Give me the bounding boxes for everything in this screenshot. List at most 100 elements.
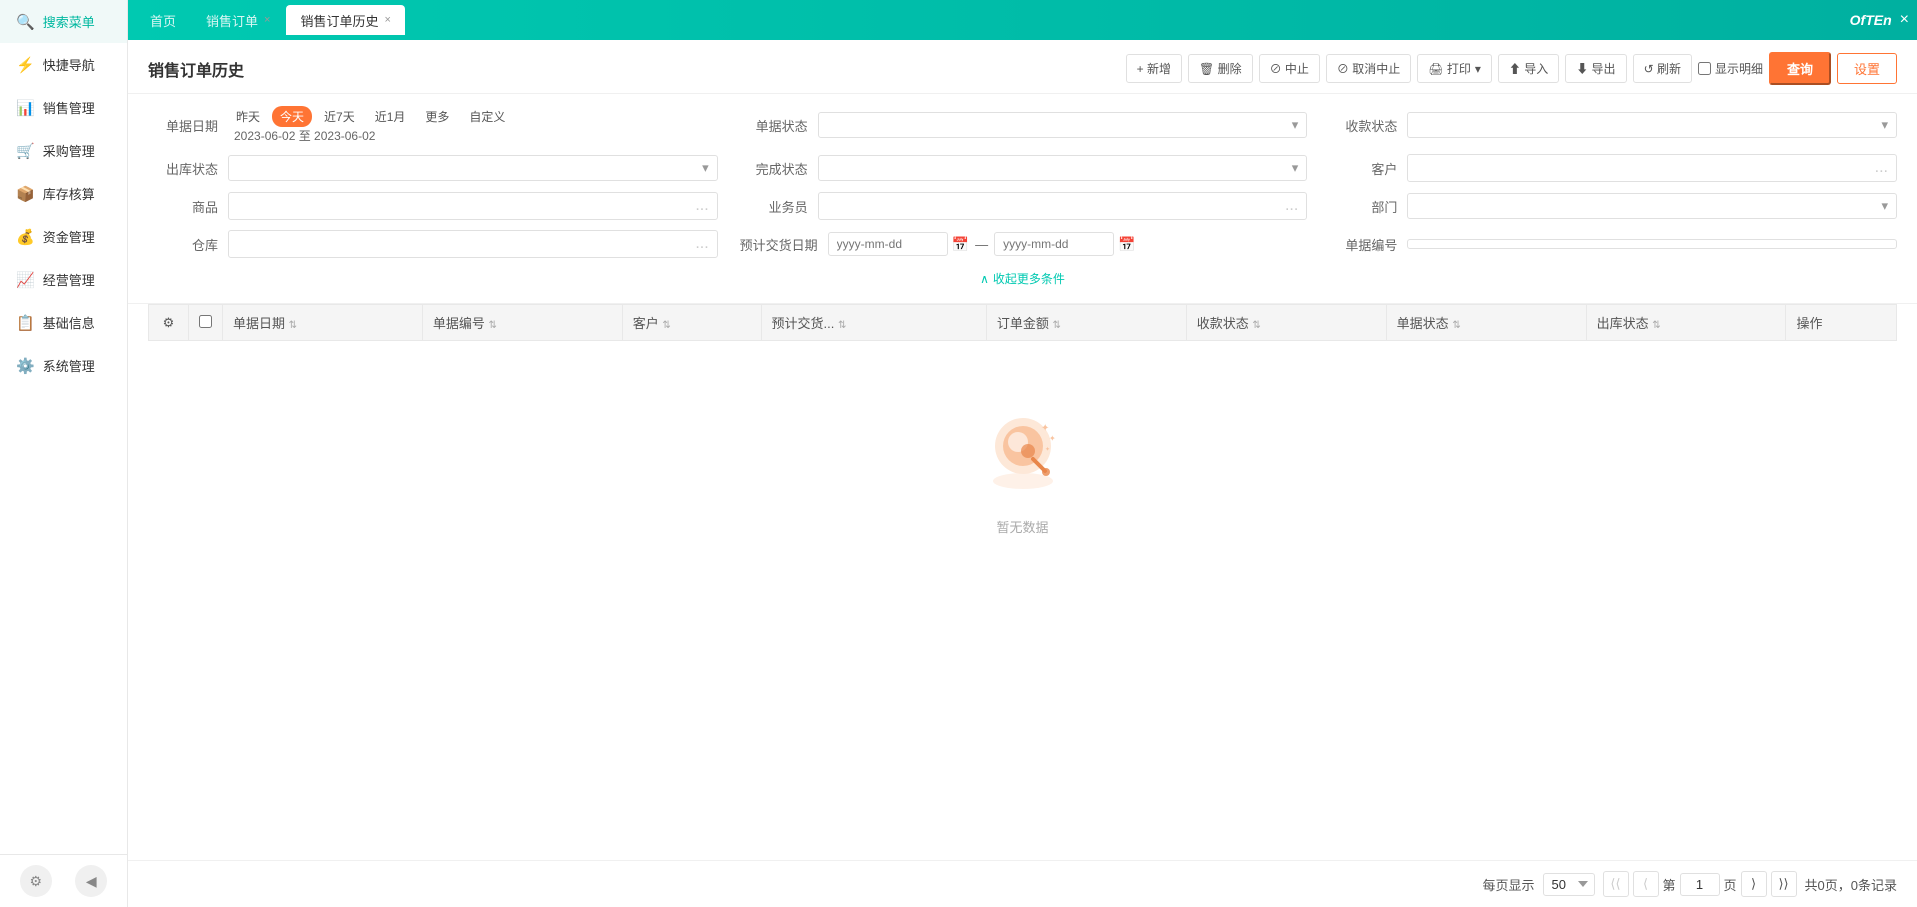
export-button[interactable]: ⬇ 导出 bbox=[1565, 54, 1626, 83]
query-button[interactable]: 查询 bbox=[1769, 52, 1831, 85]
goods-dots-field[interactable]: ... bbox=[228, 192, 718, 220]
sidebar-item-inventory[interactable]: 📦 库存核算 bbox=[0, 172, 127, 215]
tab-sales-order-history-close[interactable]: × bbox=[384, 14, 390, 26]
checkbox-column-header bbox=[189, 305, 223, 341]
customer-label: 客户 bbox=[1327, 159, 1407, 178]
purchase-icon: 🛒 bbox=[16, 142, 35, 160]
display-dense-checkbox[interactable] bbox=[1698, 62, 1711, 75]
finance-icon: 💰 bbox=[16, 228, 35, 246]
page-number-input[interactable] bbox=[1680, 873, 1720, 896]
import-button[interactable]: ⬆ 导入 bbox=[1498, 54, 1559, 83]
suspend-button[interactable]: ⊘ 中止 bbox=[1259, 54, 1320, 83]
refresh-button[interactable]: ↺ 刷新 bbox=[1633, 54, 1692, 83]
department-select[interactable] bbox=[1407, 193, 1897, 219]
cancel-suspend-button[interactable]: ⊘ 取消中止 bbox=[1326, 54, 1411, 83]
topbar: 首页 销售订单 × 销售订单历史 × OfTEn × bbox=[128, 0, 1917, 40]
warehouse-dots-field[interactable]: ... bbox=[228, 230, 718, 258]
setting-button[interactable]: 设置 bbox=[1837, 53, 1897, 84]
collapse-row[interactable]: ∧ 收起更多条件 bbox=[148, 266, 1897, 291]
order-number-field[interactable] bbox=[1407, 239, 1897, 249]
date-range-text: 2023-06-02 至 2023-06-02 bbox=[234, 129, 375, 143]
salesperson-label: 业务员 bbox=[738, 197, 818, 216]
sidebar-item-finance[interactable]: 💰 资金管理 bbox=[0, 215, 127, 258]
department-chevron bbox=[1881, 198, 1888, 214]
table-area: ⚙ 单据日期 ⇅ 单据编号 ⇅ 客户 bbox=[128, 304, 1917, 860]
sidebar-item-operations[interactable]: 📈 经营管理 bbox=[0, 258, 127, 301]
completion-status-select[interactable] bbox=[818, 155, 1308, 181]
salesperson-dots-field[interactable]: ... bbox=[818, 192, 1308, 220]
order-status-column-header[interactable]: 单据状态 ⇅ bbox=[1386, 305, 1586, 341]
delivery-status-control bbox=[228, 155, 718, 181]
customer-column-header[interactable]: 客户 ⇅ bbox=[622, 305, 761, 341]
sidebar-item-basic-info[interactable]: 📋 基础信息 bbox=[0, 301, 127, 344]
order-status-sort-icon[interactable]: ⇅ bbox=[1452, 320, 1460, 331]
select-all-checkbox[interactable] bbox=[199, 315, 212, 328]
date-column-header[interactable]: 单据日期 ⇅ bbox=[223, 305, 423, 341]
filter-expected-date-item: 预计交货日期 📅 — 📅 bbox=[738, 232, 1308, 256]
date-yesterday[interactable]: 昨天 bbox=[228, 106, 268, 127]
expected-date-start-cal-icon[interactable]: 📅 bbox=[952, 236, 969, 253]
sidebar-item-search[interactable]: 🔍 搜索菜单 bbox=[0, 0, 127, 43]
delivery-status-sort-icon[interactable]: ⇅ bbox=[1652, 320, 1660, 331]
sidebar-item-quick-nav[interactable]: ⚡ 快捷导航 bbox=[0, 43, 127, 86]
date-7days[interactable]: 近7天 bbox=[316, 106, 363, 127]
sidebar-item-purchase[interactable]: 🛒 采购管理 bbox=[0, 129, 127, 172]
tab-sales-order[interactable]: 销售订单 × bbox=[192, 5, 284, 35]
date-today[interactable]: 今天 bbox=[272, 106, 312, 127]
page-header: 销售订单历史 + 新增 🗑 删除 ⊘ 中止 ⊘ 取消中止 🖨 打印 ▾ ⬆ 导入… bbox=[128, 40, 1917, 94]
new-button[interactable]: + 新增 bbox=[1126, 54, 1182, 83]
filter-payment-status-item: 收款状态 bbox=[1327, 112, 1897, 138]
tab-sales-order-history[interactable]: 销售订单历史 × bbox=[286, 5, 404, 35]
customer-sort-icon[interactable]: ⇅ bbox=[662, 320, 670, 331]
page-title: 销售订单历史 bbox=[148, 57, 244, 81]
date-custom[interactable]: 自定义 bbox=[461, 106, 513, 127]
payment-status-sort-icon[interactable]: ⇅ bbox=[1252, 320, 1260, 331]
next-page-button[interactable]: ⟩ bbox=[1741, 871, 1767, 897]
collapse-sidebar-button[interactable]: ◀ bbox=[75, 865, 107, 897]
chevron-up-icon: ∧ bbox=[980, 272, 989, 286]
filter-delivery-status-item: 出库状态 bbox=[148, 155, 718, 181]
sidebar-item-system[interactable]: ⚙️ 系统管理 bbox=[0, 344, 127, 387]
print-button[interactable]: 🖨 打印 ▾ bbox=[1417, 54, 1492, 83]
delivery-status-select[interactable] bbox=[228, 155, 718, 181]
sidebar-item-sales[interactable]: 📊 销售管理 bbox=[0, 86, 127, 129]
toolbar: + 新增 🗑 删除 ⊘ 中止 ⊘ 取消中止 🖨 打印 ▾ ⬆ 导入 ⬇ 导出 ↺… bbox=[1126, 52, 1897, 85]
customer-dots: ... bbox=[1875, 159, 1888, 177]
settings-bottom-icon[interactable]: ⚙ bbox=[20, 865, 52, 897]
number-column-header[interactable]: 单据编号 ⇅ bbox=[422, 305, 622, 341]
expected-date-label: 预计交货日期 bbox=[738, 235, 828, 254]
date-more[interactable]: 更多 bbox=[417, 106, 457, 127]
tab-sales-order-close[interactable]: × bbox=[264, 14, 270, 26]
date-sort-icon[interactable]: ⇅ bbox=[289, 320, 297, 331]
date-1month[interactable]: 近1月 bbox=[367, 106, 414, 127]
gear-column-header[interactable]: ⚙ bbox=[149, 305, 189, 341]
topbar-close-button[interactable]: × bbox=[1900, 11, 1909, 29]
order-amount-sort-icon[interactable]: ⇅ bbox=[1053, 320, 1061, 331]
page-suffix: 页 bbox=[1724, 875, 1737, 894]
per-page-select[interactable]: 10 20 50 100 bbox=[1543, 873, 1595, 896]
number-sort-icon[interactable]: ⇅ bbox=[489, 320, 497, 331]
payment-status-label: 收款状态 bbox=[1327, 116, 1407, 135]
payment-status-control bbox=[1407, 112, 1897, 138]
expected-delivery-column-header[interactable]: 预计交货... ⇅ bbox=[761, 305, 986, 341]
expected-date-end-cal-icon[interactable]: 📅 bbox=[1118, 236, 1135, 253]
last-page-button[interactable]: ⟩⟩ bbox=[1771, 871, 1797, 897]
expected-date-start-input[interactable] bbox=[828, 232, 948, 256]
empty-state: ✦ ✦ ✦ 暂无数据 bbox=[148, 341, 1897, 596]
delivery-status-column-header[interactable]: 出库状态 ⇅ bbox=[1586, 305, 1786, 341]
delete-button[interactable]: 🗑 删除 bbox=[1188, 54, 1253, 83]
expected-date-end-input[interactable] bbox=[994, 232, 1114, 256]
collapse-label: 收起更多条件 bbox=[993, 270, 1065, 287]
sidebar-bottom: ⚙ ◀ bbox=[0, 854, 127, 907]
payment-status-column-header[interactable]: 收款状态 ⇅ bbox=[1186, 305, 1386, 341]
order-amount-column-header[interactable]: 订单金额 ⇅ bbox=[986, 305, 1186, 341]
order-status-select[interactable] bbox=[818, 112, 1308, 138]
tab-home[interactable]: 首页 bbox=[136, 5, 190, 35]
customer-dots-field[interactable]: ... bbox=[1407, 154, 1897, 182]
first-page-button[interactable]: ⟨⟨ bbox=[1603, 871, 1629, 897]
expected-delivery-sort-icon[interactable]: ⇅ bbox=[838, 320, 846, 331]
payment-status-select[interactable] bbox=[1407, 112, 1897, 138]
completion-status-chevron bbox=[1292, 160, 1299, 176]
quick-nav-icon: ⚡ bbox=[16, 56, 35, 74]
prev-page-button[interactable]: ⟨ bbox=[1633, 871, 1659, 897]
